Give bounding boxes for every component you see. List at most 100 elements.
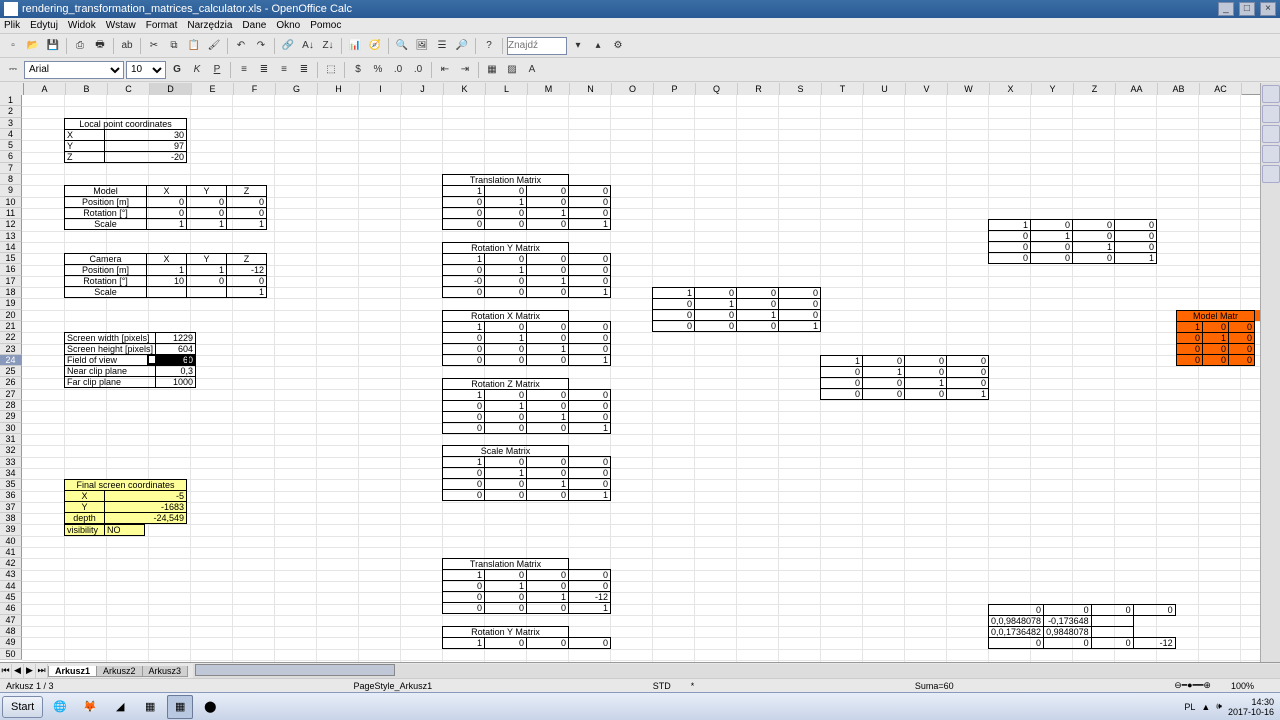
cell-block[interactable]: Rotation Y Matrix10000100-00100001 — [442, 242, 611, 298]
format-paint-icon[interactable]: 🖌 — [205, 37, 223, 55]
cell-block[interactable]: Model Matr100010000000 — [1176, 310, 1260, 366]
column-header[interactable]: C — [108, 83, 150, 95]
chrome-icon[interactable]: 🌐 — [47, 695, 73, 719]
minimize-button[interactable]: _ — [1218, 2, 1234, 16]
export-pdf-icon[interactable]: ⎙ — [71, 37, 89, 55]
new-icon[interactable]: ▫ — [4, 37, 22, 55]
cell-block[interactable]: Rotation Y Matrix1000 — [442, 626, 611, 649]
row-header[interactable]: 16 — [0, 264, 22, 275]
copy-icon[interactable]: ⧉ — [165, 37, 183, 55]
align-center-icon[interactable]: ≣ — [255, 61, 273, 79]
zoom-level[interactable]: 100% — [1231, 681, 1254, 691]
styles-panel-icon[interactable] — [1262, 105, 1280, 123]
sort-asc-icon[interactable]: A↓ — [299, 37, 317, 55]
start-button[interactable]: Start — [2, 696, 43, 718]
row-header[interactable]: 30 — [0, 423, 22, 434]
decrease-indent-icon[interactable]: ⇤ — [436, 61, 454, 79]
column-header[interactable]: J — [402, 83, 444, 95]
column-header[interactable]: R — [738, 83, 780, 95]
merge-cells-icon[interactable]: ⬚ — [322, 61, 340, 79]
find-input[interactable] — [507, 37, 567, 55]
zoom-slider[interactable]: ⊖━●━━⊕ — [1174, 680, 1211, 691]
remove-decimal-icon[interactable]: .0 — [409, 61, 427, 79]
spreadsheet[interactable]: ABCDEFGHIJKLMNOPQRSTUVWXYZAAABAC 1234567… — [0, 83, 1260, 662]
increase-indent-icon[interactable]: ⇥ — [456, 61, 474, 79]
row-header[interactable]: 21 — [0, 321, 22, 332]
cell-block[interactable]: Scale Matrix1000010000100001 — [442, 445, 611, 501]
cell-block[interactable]: 00000,0,9848078-0,1736480,0,17364820,984… — [988, 604, 1176, 649]
open-icon[interactable]: 📂 — [24, 37, 42, 55]
align-justify-icon[interactable]: ≣ — [295, 61, 313, 79]
column-header[interactable]: H — [318, 83, 360, 95]
row-header[interactable]: 40 — [0, 536, 22, 547]
lang-indicator[interactable]: PL — [1184, 702, 1195, 712]
percent-icon[interactable]: % — [369, 61, 387, 79]
row-header[interactable]: 2 — [0, 106, 22, 117]
column-header[interactable]: AC — [1200, 83, 1242, 95]
row-header[interactable]: 4 — [0, 129, 22, 140]
calc-task-icon[interactable]: ▦ — [137, 695, 163, 719]
tray-icon[interactable]: 🕪 — [1216, 701, 1222, 712]
functions-panel-icon[interactable] — [1262, 165, 1280, 183]
row-header[interactable]: 42 — [0, 558, 22, 569]
zoom-icon[interactable]: 🔎 — [453, 37, 471, 55]
row-header[interactable]: 23 — [0, 344, 22, 355]
unity-icon[interactable]: ◢ — [107, 695, 133, 719]
row-header[interactable]: 12 — [0, 219, 22, 230]
column-header[interactable]: Z — [1074, 83, 1116, 95]
gallery-icon[interactable]: 🖼 — [413, 37, 431, 55]
menu-plik[interactable]: Plik — [4, 20, 20, 31]
row-header[interactable]: 46 — [0, 603, 22, 614]
column-header[interactable]: Y — [1032, 83, 1074, 95]
cell-block[interactable]: Translation Matrix1000010000100001 — [442, 174, 611, 230]
row-header[interactable]: 1 — [0, 95, 22, 106]
row-header[interactable]: 39 — [0, 524, 22, 535]
currency-icon[interactable]: $ — [349, 61, 367, 79]
row-header[interactable]: 38 — [0, 513, 22, 524]
row-header[interactable]: 6 — [0, 151, 22, 162]
cell-block[interactable]: Local point coordinatesX30Y97Z-20 — [64, 118, 187, 163]
row-header[interactable]: 18 — [0, 287, 22, 298]
gimp-icon[interactable]: 🦊 — [77, 695, 103, 719]
row-header[interactable]: 32 — [0, 445, 22, 456]
menu-edytuj[interactable]: Edytuj — [30, 20, 58, 31]
menu-okno[interactable]: Okno — [276, 20, 300, 31]
tab-last-icon[interactable]: ⏭ — [36, 664, 48, 678]
column-header[interactable]: N — [570, 83, 612, 95]
horizontal-scrollbar[interactable] — [193, 664, 1280, 678]
font-name-select[interactable]: Arial — [24, 61, 124, 79]
column-header[interactable]: W — [948, 83, 990, 95]
row-header[interactable]: 31 — [0, 434, 22, 445]
paste-icon[interactable]: 📋 — [185, 37, 203, 55]
column-header[interactable]: D — [150, 83, 192, 95]
row-header[interactable]: 33 — [0, 457, 22, 468]
row-header[interactable]: 50 — [0, 649, 22, 660]
row-header[interactable]: 35 — [0, 479, 22, 490]
menu-dane[interactable]: Dane — [242, 20, 266, 31]
select-all-corner[interactable] — [0, 83, 24, 95]
spellcheck-icon[interactable]: ab — [118, 37, 136, 55]
row-header[interactable]: 10 — [0, 197, 22, 208]
calc-window-icon[interactable]: ▦ — [167, 695, 193, 719]
sheet-tab[interactable]: Arkusz1 — [48, 666, 97, 677]
sum-display[interactable]: Suma=60 — [915, 681, 954, 691]
row-header[interactable]: 41 — [0, 547, 22, 558]
cell-block[interactable]: CameraXYZPosition [m]11-12Rotation [°]10… — [64, 253, 267, 298]
tab-first-icon[interactable]: ⏮ — [0, 664, 12, 678]
menu-wstaw[interactable]: Wstaw — [106, 20, 136, 31]
find-all-icon[interactable]: ⚙ — [609, 37, 627, 55]
row-header[interactable]: 14 — [0, 242, 22, 253]
add-decimal-icon[interactable]: .0 — [389, 61, 407, 79]
sheet-tab[interactable]: Arkusz2 — [96, 666, 143, 677]
column-header[interactable]: AA — [1116, 83, 1158, 95]
row-header[interactable]: 27 — [0, 389, 22, 400]
sort-desc-icon[interactable]: Z↓ — [319, 37, 337, 55]
cell-block[interactable]: ModelXYZPosition [m]000Rotation [°]000Sc… — [64, 185, 267, 230]
column-header[interactable]: F — [234, 83, 276, 95]
font-color-icon[interactable]: A — [523, 61, 541, 79]
row-header[interactable]: 47 — [0, 615, 22, 626]
find-prev-icon[interactable]: ▴ — [589, 37, 607, 55]
bg-color-icon[interactable]: ▨ — [503, 61, 521, 79]
tray-icon[interactable]: ▲ — [1201, 702, 1210, 712]
cell-block[interactable]: visibilityNO — [64, 524, 145, 536]
